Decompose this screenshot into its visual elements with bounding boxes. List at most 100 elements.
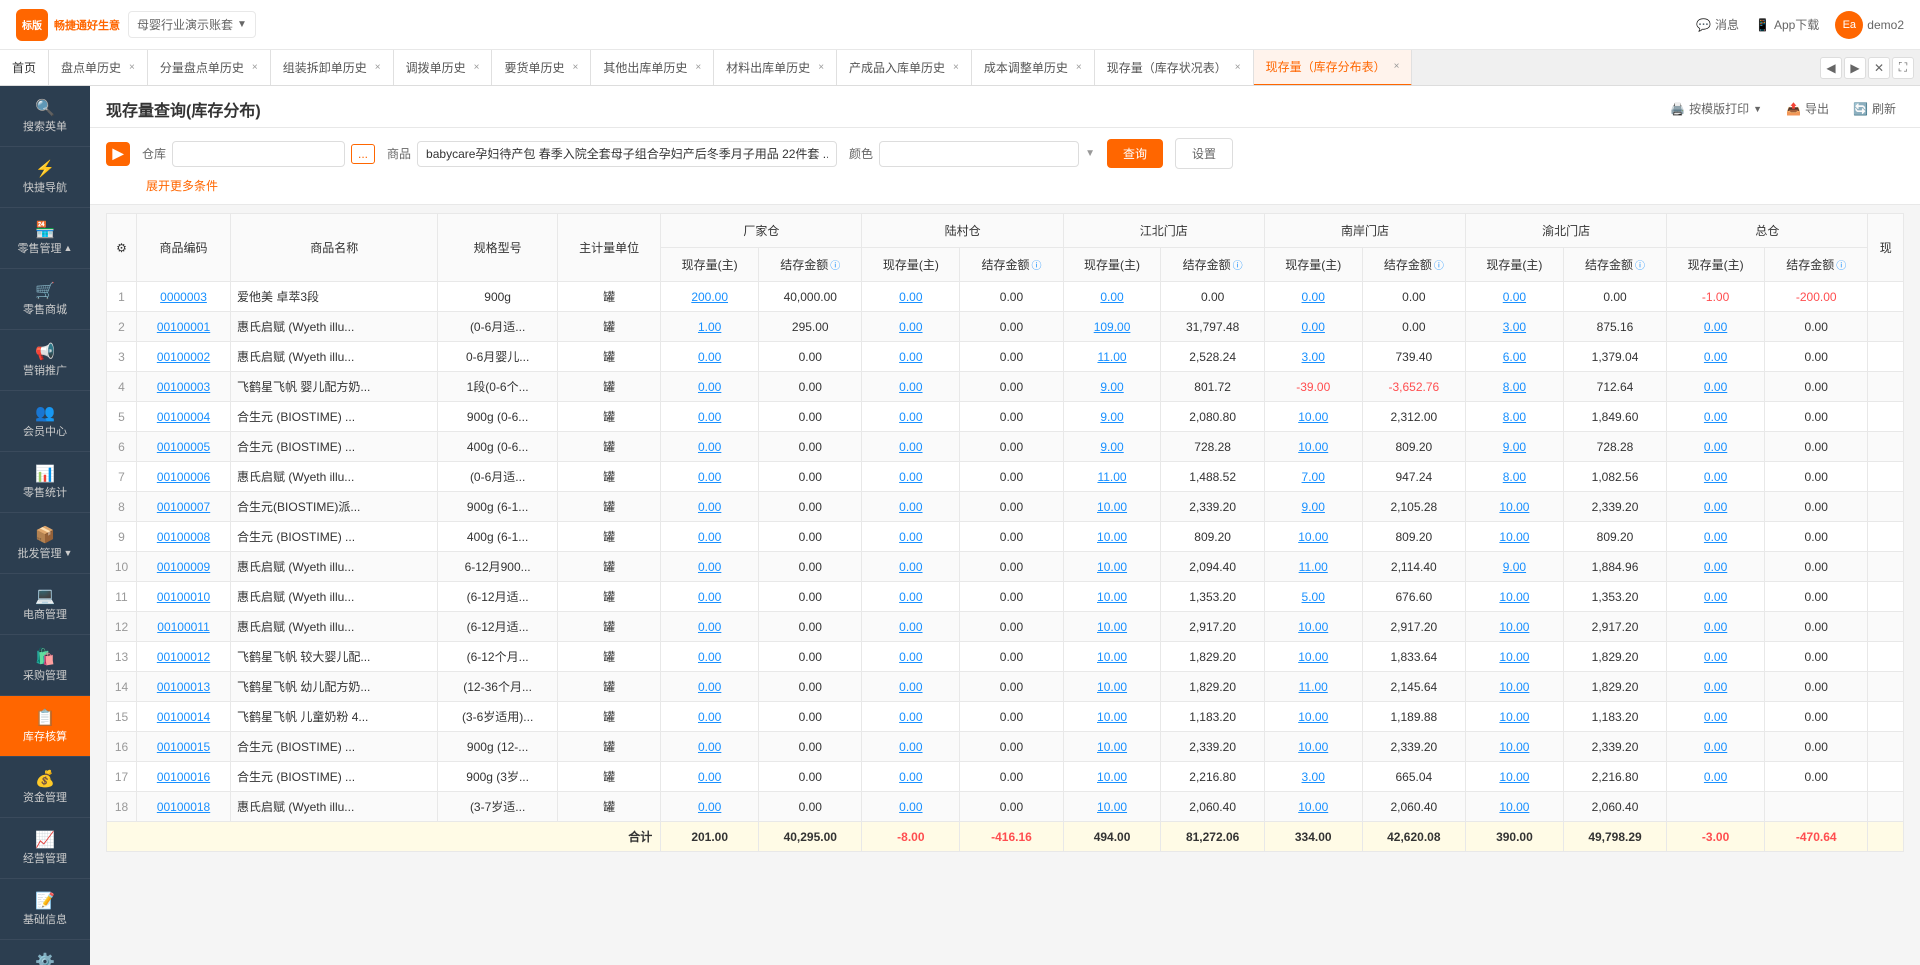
- row-w4-qty[interactable]: 10.00: [1264, 432, 1362, 462]
- row-w5-qty[interactable]: 8.00: [1466, 462, 1564, 492]
- row-w4-qty[interactable]: 10.00: [1264, 522, 1362, 552]
- row-t-qty[interactable]: 0.00: [1667, 522, 1765, 552]
- row-w3-qty[interactable]: 0.00: [1063, 282, 1161, 312]
- row-w5-qty[interactable]: 10.00: [1466, 612, 1564, 642]
- row-w1-qty[interactable]: 0.00: [661, 522, 759, 552]
- row-w1-qty[interactable]: 0.00: [661, 372, 759, 402]
- row-t-qty[interactable]: 0.00: [1667, 612, 1765, 642]
- row-t-qty[interactable]: 0.00: [1667, 432, 1765, 462]
- row-w3-qty[interactable]: 9.00: [1063, 402, 1161, 432]
- row-t-qty[interactable]: 0.00: [1667, 402, 1765, 432]
- sidebar-item-marketing[interactable]: 📢 营销推广: [0, 330, 90, 391]
- tab-close-icon[interactable]: ×: [953, 62, 959, 73]
- row-w4-qty[interactable]: 5.00: [1264, 582, 1362, 612]
- row-w1-qty[interactable]: 0.00: [661, 402, 759, 432]
- row-w5-qty[interactable]: 10.00: [1466, 762, 1564, 792]
- tab-purchase-goods[interactable]: 要货单历史 ×: [492, 50, 591, 86]
- row-w4-qty[interactable]: 11.00: [1264, 552, 1362, 582]
- sidebar-item-search[interactable]: 🔍 搜索英单: [0, 86, 90, 147]
- row-w3-qty[interactable]: 10.00: [1063, 552, 1161, 582]
- collapse-btn[interactable]: ▶: [106, 142, 130, 166]
- tab-product-in[interactable]: 产成品入库单历史 ×: [837, 50, 972, 86]
- row-w4-qty[interactable]: 0.00: [1264, 282, 1362, 312]
- row-w1-qty[interactable]: 0.00: [661, 732, 759, 762]
- warehouse-ellipsis-btn[interactable]: ...: [351, 144, 375, 164]
- row-w4-qty[interactable]: 0.00: [1264, 312, 1362, 342]
- tab-stock-distribution[interactable]: 现存量（库存分布表） ×: [1254, 50, 1413, 86]
- row-w1-qty[interactable]: 0.00: [661, 792, 759, 822]
- row-w3-qty[interactable]: 10.00: [1063, 702, 1161, 732]
- w2-amt-info-icon[interactable]: ⓘ: [1031, 261, 1041, 272]
- sidebar-item-basic[interactable]: 📝 基础信息: [0, 879, 90, 940]
- tab-other-out[interactable]: 其他出库单历史 ×: [591, 50, 714, 86]
- row-w2-qty[interactable]: 0.00: [862, 492, 960, 522]
- query-btn[interactable]: 查询: [1107, 139, 1163, 168]
- row-w2-qty[interactable]: 0.00: [862, 312, 960, 342]
- sidebar-item-business[interactable]: 📈 经营管理: [0, 818, 90, 879]
- tab-close-icon[interactable]: ×: [474, 62, 480, 73]
- sidebar-item-wholesale[interactable]: 📦 批发管理▼: [0, 513, 90, 574]
- row-w2-qty[interactable]: 0.00: [862, 282, 960, 312]
- row-w3-qty[interactable]: 10.00: [1063, 762, 1161, 792]
- row-t-qty[interactable]: 0.00: [1667, 642, 1765, 672]
- row-t-qty[interactable]: 0.00: [1667, 312, 1765, 342]
- tab-cost-adjust[interactable]: 成本调整单历史 ×: [972, 50, 1095, 86]
- sidebar-item-retail-shop[interactable]: 🛒 零售商城: [0, 269, 90, 330]
- row-w5-qty[interactable]: 9.00: [1466, 552, 1564, 582]
- row-w2-qty[interactable]: 0.00: [862, 372, 960, 402]
- row-w5-qty[interactable]: 10.00: [1466, 492, 1564, 522]
- user-area[interactable]: Ea demo2: [1835, 11, 1904, 39]
- export-btn[interactable]: 📤 导出: [1778, 96, 1837, 121]
- row-t-qty[interactable]: 0.00: [1667, 582, 1765, 612]
- tab-next-btn[interactable]: ▶: [1844, 57, 1866, 79]
- row-w1-qty[interactable]: 0.00: [661, 462, 759, 492]
- w5-amt-info-icon[interactable]: ⓘ: [1635, 261, 1645, 272]
- tab-home[interactable]: 首页: [0, 50, 49, 86]
- w3-amt-info-icon[interactable]: ⓘ: [1233, 261, 1243, 272]
- row-w5-qty[interactable]: 3.00: [1466, 312, 1564, 342]
- row-w5-qty[interactable]: 8.00: [1466, 372, 1564, 402]
- row-t-qty[interactable]: -1.00: [1667, 282, 1765, 312]
- tab-close-icon[interactable]: ×: [375, 62, 381, 73]
- tab-stock-status[interactable]: 现存量（库存状况表） ×: [1095, 50, 1254, 86]
- row-w4-qty[interactable]: 10.00: [1264, 702, 1362, 732]
- tab-inventory-single[interactable]: 盘点单历史 ×: [49, 50, 148, 86]
- row-w1-qty[interactable]: 0.00: [661, 552, 759, 582]
- goods-input[interactable]: [417, 141, 837, 167]
- row-w2-qty[interactable]: 0.00: [862, 432, 960, 462]
- row-t-qty[interactable]: 0.00: [1667, 492, 1765, 522]
- row-w2-qty[interactable]: 0.00: [862, 612, 960, 642]
- row-t-qty[interactable]: 0.00: [1667, 342, 1765, 372]
- row-w3-qty[interactable]: 10.00: [1063, 612, 1161, 642]
- tab-close-all-btn[interactable]: ✕: [1868, 57, 1890, 79]
- row-w3-qty[interactable]: 109.00: [1063, 312, 1161, 342]
- th-gear[interactable]: ⚙: [107, 214, 137, 282]
- sidebar-item-finance[interactable]: 💰 资金管理: [0, 757, 90, 818]
- tab-close-icon[interactable]: ×: [1235, 62, 1241, 73]
- sidebar-item-retail-mgmt[interactable]: 🏪 零售管理▲: [0, 208, 90, 269]
- sidebar-item-system[interactable]: ⚙️ 系统管理: [0, 940, 90, 965]
- row-w4-qty[interactable]: 10.00: [1264, 642, 1362, 672]
- row-w3-qty[interactable]: 10.00: [1063, 732, 1161, 762]
- row-w2-qty[interactable]: 0.00: [862, 582, 960, 612]
- row-w5-qty[interactable]: 10.00: [1466, 732, 1564, 762]
- tab-prev-btn[interactable]: ◀: [1820, 57, 1842, 79]
- row-w3-qty[interactable]: 9.00: [1063, 372, 1161, 402]
- row-w2-qty[interactable]: 0.00: [862, 732, 960, 762]
- row-w5-qty[interactable]: 0.00: [1466, 282, 1564, 312]
- row-w1-qty[interactable]: 0.00: [661, 432, 759, 462]
- row-t-qty[interactable]: 0.00: [1667, 702, 1765, 732]
- tab-inventory-sub[interactable]: 分量盘点单历史 ×: [148, 50, 271, 86]
- sidebar-item-retail-stats[interactable]: 📊 零售统计: [0, 452, 90, 513]
- row-w5-qty[interactable]: 10.00: [1466, 642, 1564, 672]
- row-w5-qty[interactable]: 10.00: [1466, 702, 1564, 732]
- row-w2-qty[interactable]: 0.00: [862, 792, 960, 822]
- row-w2-qty[interactable]: 0.00: [862, 402, 960, 432]
- row-t-qty[interactable]: [1667, 792, 1765, 822]
- row-w1-qty[interactable]: 0.00: [661, 582, 759, 612]
- row-w1-qty[interactable]: 1.00: [661, 312, 759, 342]
- row-w2-qty[interactable]: 0.00: [862, 342, 960, 372]
- row-w1-qty[interactable]: 0.00: [661, 642, 759, 672]
- refresh-btn[interactable]: 🔄 刷新: [1845, 96, 1904, 121]
- w4-amt-info-icon[interactable]: ⓘ: [1434, 261, 1444, 272]
